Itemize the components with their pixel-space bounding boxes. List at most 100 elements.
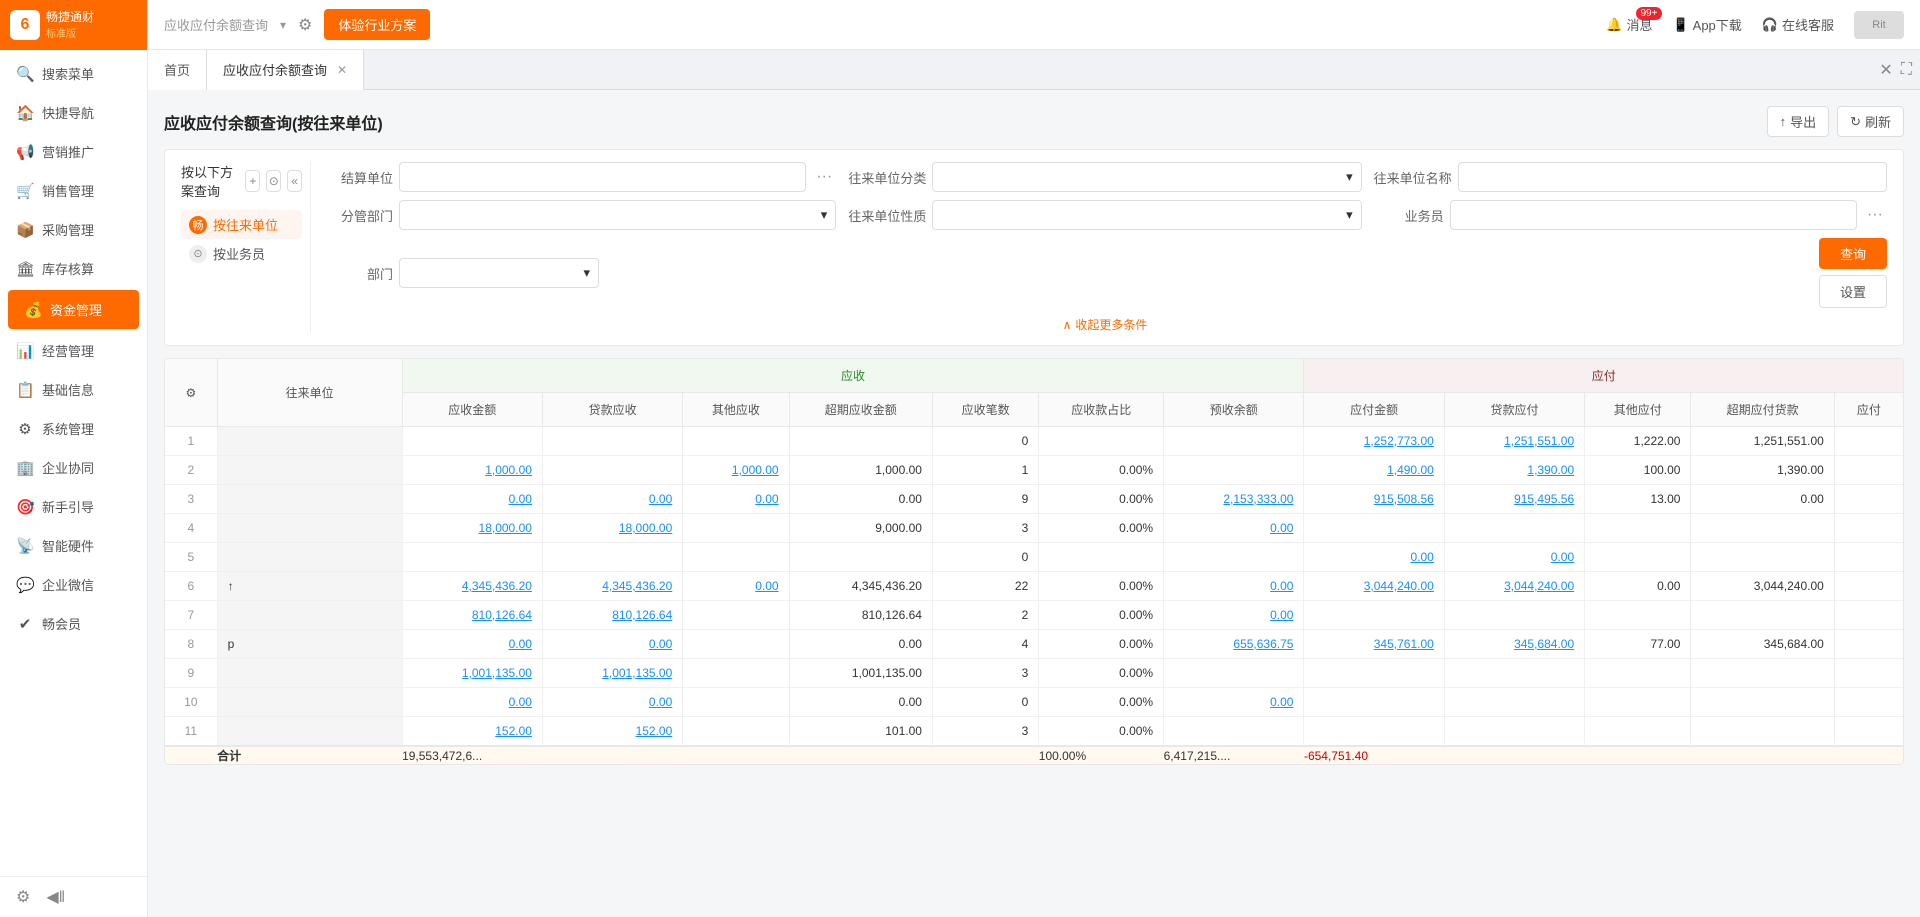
th-ap-extra: 应付 [1834,393,1903,427]
cell-ar-count: 3 [932,659,1038,688]
cell-ar-overdue: 1,000.00 [789,456,932,485]
sidebar-item-wechat[interactable]: 💬 企业微信 [0,565,147,604]
cell-index: 2 [165,456,217,485]
filter-field-dept: 分管部门 ▾ [323,200,836,230]
app-download-area[interactable]: 📱 App下载 [1672,15,1741,34]
cell-ap-overdue [1691,543,1834,572]
collapse-more-btn[interactable]: ∧ 收起更多条件 [323,316,1887,333]
cell-unit: ↑ [217,572,402,601]
main-content: 应收应付余额查询(按往来单位) ↑ 导出 ↻ 刷新 按以下方案查询 [148,90,1920,917]
brand-sub: 标准版 [46,25,94,40]
sidebar-item-guide[interactable]: 🎯 新手引导 [0,487,147,526]
filter-field-unit-nature: 往来单位性质 ▾ [848,200,1361,230]
sidebar-item-inventory[interactable]: 🏛 库存核算 [0,249,147,288]
sidebar-item-system[interactable]: ⚙ 系统管理 [0,409,147,448]
user-avatar[interactable]: Rit [1854,11,1904,39]
filter-collapse-btn[interactable]: « [287,170,302,192]
cell-ar-count: 9 [932,485,1038,514]
sidebar-menu: 🔍 搜索菜单 🏠 快捷导航 📢 营销推广 🛒 销售管理 📦 采购管理 🏛 库存核… [0,50,147,876]
header-breadcrumb: 应收应付余额查询 [164,15,268,34]
cell-ar-loan [542,456,682,485]
cell-ap-other [1585,543,1691,572]
refresh-button[interactable]: ↻ 刷新 [1837,106,1904,137]
sidebar-item-hardware[interactable]: 📡 智能硬件 [0,526,147,565]
section-select[interactable]: ▾ [399,258,599,288]
sidebar-item-marketing[interactable]: 📢 营销推广 [0,132,147,171]
sidebar-item-finance[interactable]: 💰 资金管理 [8,290,139,329]
table-wrapper[interactable]: ⚙ 往来单位 应收 应付 应收金额 贷款应收 其他应收 超期应收金额 应收笔数 … [165,359,1903,764]
th-ar-loan: 贷款应收 [542,393,682,427]
settlement-input[interactable] [399,162,806,192]
cell-ar-ratio [1039,427,1164,456]
data-table-container: ⚙ 往来单位 应收 应付 应收金额 贷款应收 其他应收 超期应收金额 应收笔数 … [164,358,1904,765]
sidebar-item-basic[interactable]: 📋 基础信息 [0,370,147,409]
query-option-staff[interactable]: ⊙ 按业务员 [181,239,302,268]
cell-ar-prepay [1164,659,1304,688]
tab-close-icon[interactable]: ✕ [337,63,347,77]
notification-area[interactable]: 🔔 消息 99+ [1606,15,1652,34]
sidebar-item-sales[interactable]: 🛒 销售管理 [0,171,147,210]
staff-dots[interactable]: ··· [1863,206,1887,224]
settings-button[interactable]: 设置 [1819,275,1887,308]
filter-settings-btn[interactable]: ⊙ [266,170,281,192]
cell-ap-overdue [1691,659,1834,688]
footer-ap-extra [1834,746,1903,764]
cell-ap-extra [1834,630,1903,659]
unit-nature-select[interactable]: ▾ [932,200,1361,230]
unit-name-input[interactable] [1458,162,1887,192]
tab-ar-ap[interactable]: 应收应付余额查询 ✕ [207,50,364,90]
cell-ap-extra [1834,717,1903,747]
settlement-dots[interactable]: ··· [812,168,836,186]
online-service-area[interactable]: 🎧 在线客服 [1762,15,1834,34]
sidebar-item-purchase[interactable]: 📦 采购管理 [0,210,147,249]
dept-select[interactable]: ▾ [399,200,836,230]
logo-icon: 6 [10,10,40,40]
sidebar-item-member[interactable]: ✔ 畅会员 [0,604,147,643]
query-button[interactable]: 查询 [1819,238,1887,269]
collapse-label: 收起更多条件 [1075,316,1147,333]
sidebar-item-operations[interactable]: 📊 经营管理 [0,331,147,370]
table-row: 9 1,001,135.00 1,001,135.00 1,001,135.00… [165,659,1903,688]
collapse-bottom-icon[interactable]: ◀‖ [46,887,65,907]
tab-close-window-icon[interactable]: ✕ [1879,60,1892,80]
cell-ap-other: 1,222.00 [1585,427,1691,456]
cell-ap-other: 100.00 [1585,456,1691,485]
export-button[interactable]: ↑ 导出 [1767,106,1830,137]
cell-ap-amount: 0.00 [1304,543,1444,572]
sidebar-label-marketing: 营销推广 [42,142,94,161]
unit-type-label: 往来单位分类 [848,168,926,187]
table-body: 1 0 1,252,773.00 1,251,551.00 1,222.00 [165,427,1903,747]
section-label: 部门 [323,264,393,283]
sidebar-label-basic: 基础信息 [42,380,94,399]
cell-unit [217,427,402,456]
cell-unit [217,456,402,485]
sidebar-item-enterprise[interactable]: 🏢 企业协同 [0,448,147,487]
th-settings[interactable]: ⚙ [165,359,217,427]
sidebar-item-search[interactable]: 🔍 搜索菜单 [0,54,147,93]
header-settings-icon[interactable]: ⚙ [298,15,312,35]
cell-ap-loan [1444,659,1584,688]
cell-ar-amount: 0.00 [402,688,542,717]
filter-row-3: 部门 ▾ 查询 设置 [323,238,1887,308]
home-icon: 🏠 [16,104,34,122]
unit-type-select[interactable]: ▾ [932,162,1361,192]
query-option-unit[interactable]: 畅 按往来单位 [181,210,302,239]
cell-ar-loan: 0.00 [542,485,682,514]
tab-home[interactable]: 首页 [148,50,207,90]
promo-button[interactable]: 体验行业方案 [324,9,430,40]
cell-ap-amount [1304,601,1444,630]
page-title: 应收应付余额查询(按往来单位) [164,110,383,134]
settings-bottom-icon[interactable]: ⚙ [16,887,30,907]
tab-home-label: 首页 [164,60,190,79]
breadcrumb-arrow[interactable]: ▾ [280,18,286,32]
filter-field-staff: 业务员 ··· [1374,200,1887,230]
cell-ar-amount: 1,000.00 [402,456,542,485]
sidebar-item-quicknav[interactable]: 🏠 快捷导航 [0,93,147,132]
cell-ap-other: 0.00 [1585,572,1691,601]
cell-ar-count: 2 [932,601,1038,630]
tab-fullscreen-icon[interactable]: ⛶ [1901,61,1912,79]
search-icon: 🔍 [16,65,34,83]
staff-input[interactable] [1450,200,1857,230]
filter-add-btn[interactable]: + [245,170,260,192]
cell-ar-amount: 810,126.64 [402,601,542,630]
